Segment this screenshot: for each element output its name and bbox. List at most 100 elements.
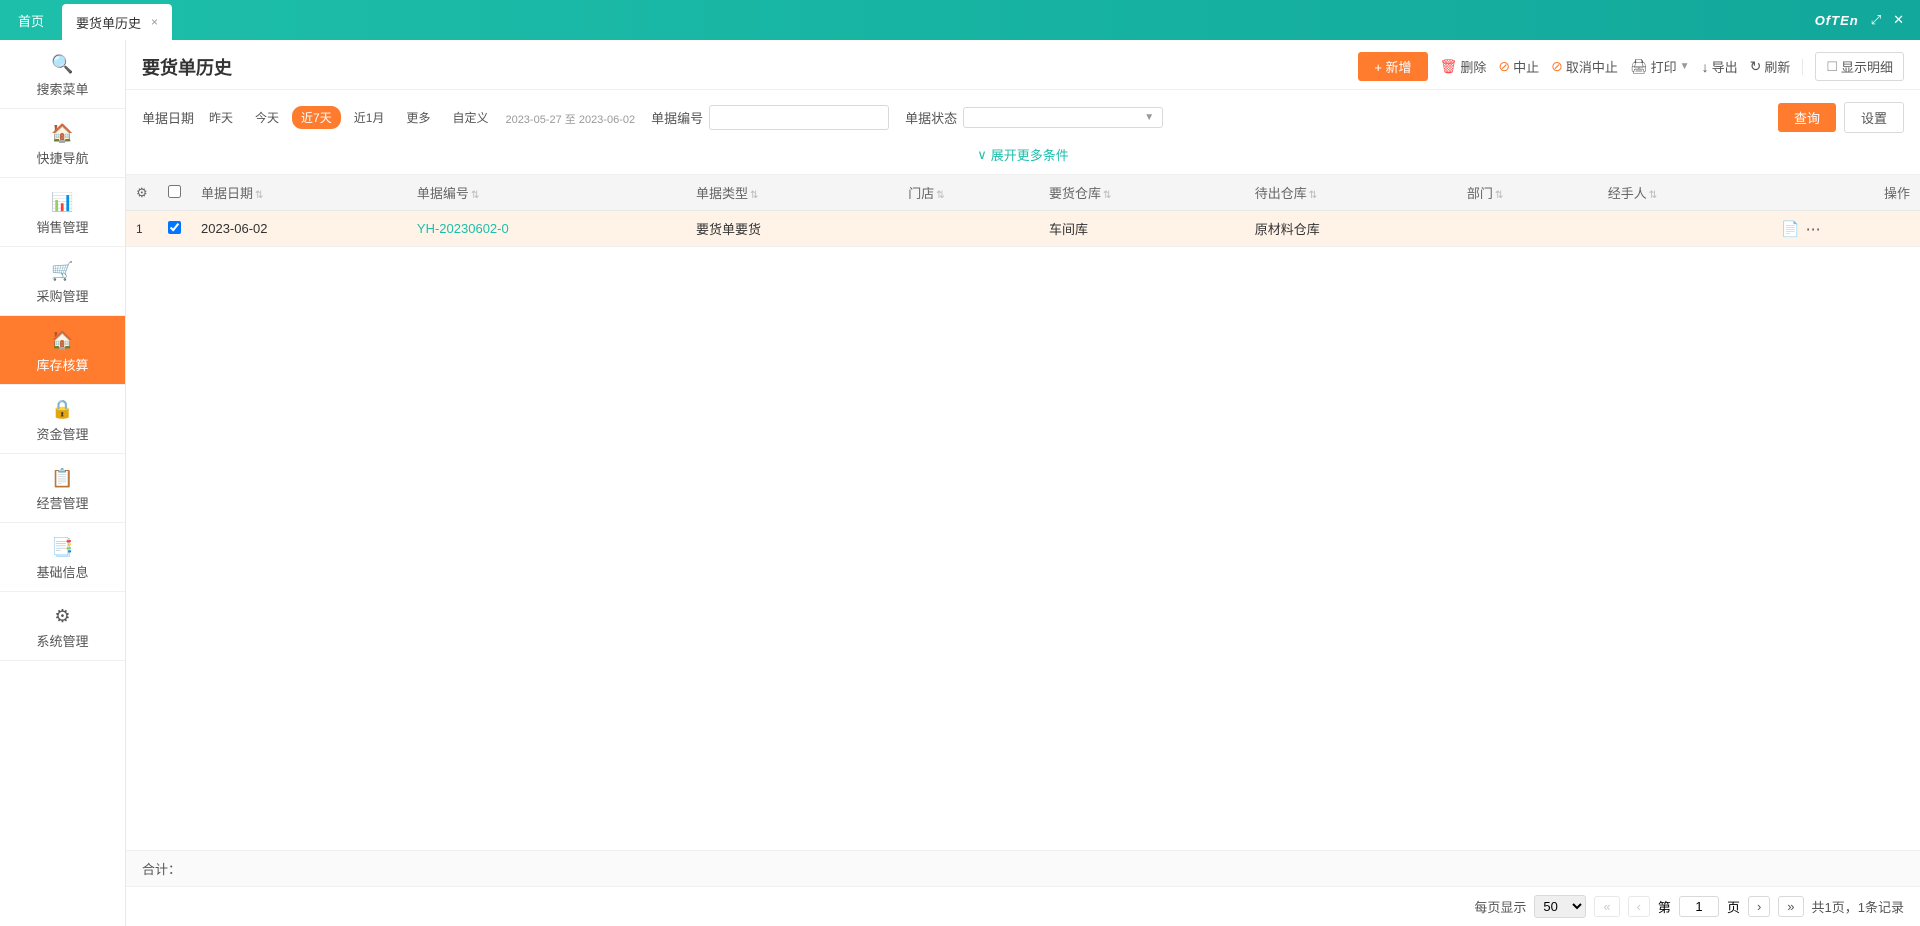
sidebar-item-system[interactable]: ⚙ 系统管理 xyxy=(0,592,125,661)
row-store xyxy=(898,211,1039,247)
prev-page-btn[interactable]: ‹ xyxy=(1628,896,1650,917)
table-header-row: ⚙ 单据日期⇅ 单据编号⇅ 单据类型⇅ 门店⇅ 要货仓库⇅ 待出仓库⇅ 部门⇅ … xyxy=(126,175,1920,211)
sort-icon-store[interactable]: ⇅ xyxy=(936,190,944,201)
system-icon: ⚙ xyxy=(54,606,70,627)
print-button[interactable]: 🖨 打印 ▼ xyxy=(1630,57,1690,76)
date-btn-more[interactable]: 更多 xyxy=(397,106,439,129)
row-check-cell xyxy=(158,211,191,247)
first-page-btn[interactable]: « xyxy=(1594,896,1619,917)
purchase-icon: 🛒 xyxy=(51,261,73,282)
sort-icon-docno[interactable]: ⇅ xyxy=(471,190,479,201)
date-btn-yesterday[interactable]: 昨天 xyxy=(200,106,242,129)
close-window-icon[interactable]: ✕ xyxy=(1893,12,1904,28)
col-check[interactable] xyxy=(158,175,191,211)
refresh-label: 刷新 xyxy=(1764,57,1790,76)
sidebar-basic-label: 基础信息 xyxy=(36,562,88,581)
query-button[interactable]: 查询 xyxy=(1778,103,1836,132)
date-btn-1month[interactable]: 近1月 xyxy=(345,106,394,129)
date-btn-today[interactable]: 今天 xyxy=(246,106,288,129)
display-detail-checkbox[interactable]: ☐ xyxy=(1826,59,1838,75)
expand-more-button[interactable]: ∨ 展开更多条件 xyxy=(977,141,1069,168)
footer-summary: 合计： xyxy=(126,850,1920,886)
display-detail-button[interactable]: ☐ 显示明细 xyxy=(1815,52,1904,81)
page-size-select[interactable]: 50 100 xyxy=(1534,895,1586,918)
doc-date-label: 单据日期 xyxy=(142,108,194,127)
row-more-icon[interactable]: ⋯ xyxy=(1806,220,1821,238)
sidebar-item-finance[interactable]: 🔒 资金管理 xyxy=(0,385,125,454)
row-date: 2023-06-02 xyxy=(191,211,407,247)
sort-icon-department[interactable]: ⇅ xyxy=(1495,190,1503,201)
date-btn-custom[interactable]: 自定义 xyxy=(443,106,497,129)
page-header: 要货单历史 + 新增 🗑 删除 ⊘ 中止 ⊘ 取消中止 🖨 打印 xyxy=(126,40,1920,90)
refresh-button[interactable]: ↻ 刷新 xyxy=(1750,57,1791,76)
print-label: 打印 xyxy=(1651,57,1677,76)
col-department-label: 部门 xyxy=(1467,186,1493,201)
new-button[interactable]: + 新增 xyxy=(1358,52,1427,81)
col-docno: 单据编号⇅ xyxy=(407,175,686,211)
sidebar-item-purchase[interactable]: 🛒 采购管理 xyxy=(0,247,125,316)
doc-link[interactable]: YH-20230602-0 xyxy=(417,221,509,236)
print-icon: 🖨 xyxy=(1630,58,1648,75)
page-input[interactable] xyxy=(1679,896,1719,917)
row-num: 1 xyxy=(126,211,158,247)
delete-button[interactable]: 🗑 删除 xyxy=(1440,57,1487,76)
export-button[interactable]: ↓ 导出 xyxy=(1702,57,1738,76)
doc-status-select[interactable]: ▼ xyxy=(963,107,1163,128)
tab-active[interactable]: 要货单历史 × xyxy=(62,4,172,40)
next-page-btn[interactable]: › xyxy=(1748,896,1770,917)
col-date-label: 单据日期 xyxy=(201,186,253,201)
col-doctype: 单据类型⇅ xyxy=(686,175,898,211)
display-detail-label: 显示明细 xyxy=(1841,57,1893,76)
brand-label: OfTEn xyxy=(1815,13,1859,28)
sidebar-item-operation[interactable]: 📋 经营管理 xyxy=(0,454,125,523)
cancel-stop-button[interactable]: ⊘ 取消中止 xyxy=(1551,57,1618,76)
sidebar-search-label: 搜索菜单 xyxy=(36,79,88,98)
sidebar-item-nav[interactable]: 🏠 快捷导航 xyxy=(0,109,125,178)
row-action-icons: 📄 ⋯ xyxy=(1781,220,1910,238)
divider xyxy=(1802,59,1803,75)
col-gear[interactable]: ⚙ xyxy=(126,175,158,211)
row-checkbox[interactable] xyxy=(168,221,181,234)
sort-icon-req-warehouse[interactable]: ⇅ xyxy=(1103,190,1111,201)
doc-no-label: 单据编号 xyxy=(651,108,703,127)
sidebar-item-sales[interactable]: 📊 销售管理 xyxy=(0,178,125,247)
sidebar-item-inventory[interactable]: 🏠 库存核算 xyxy=(0,316,125,385)
refresh-icon: ↻ xyxy=(1750,58,1762,75)
tab-home[interactable]: 首页 xyxy=(0,0,62,40)
last-page-btn[interactable]: » xyxy=(1778,896,1803,917)
expand-more-label: 展开更多条件 xyxy=(991,145,1069,164)
sidebar-item-basic[interactable]: 📑 基础信息 xyxy=(0,523,125,592)
stop-button[interactable]: ⊘ 中止 xyxy=(1498,57,1539,76)
select-all-checkbox[interactable] xyxy=(168,185,181,198)
page-title: 要货单历史 xyxy=(142,54,232,80)
doc-status-filter-item: 单据状态 ▼ xyxy=(905,107,1163,128)
col-doctype-label: 单据类型 xyxy=(696,186,748,201)
sort-icon-date[interactable]: ⇅ xyxy=(255,190,263,201)
date-range-text: 2023-05-27 至 2023-06-02 xyxy=(505,111,635,127)
sort-icon-pending-warehouse[interactable]: ⇅ xyxy=(1309,190,1317,201)
chevron-down-icon: ▼ xyxy=(1144,112,1154,123)
table-row[interactable]: 1 2023-06-02 YH-20230602-0 要货单要货 车间库 原材料… xyxy=(126,211,1920,247)
sidebar-item-search[interactable]: 🔍 搜索菜单 xyxy=(0,40,125,109)
data-table: ⚙ 单据日期⇅ 单据编号⇅ 单据类型⇅ 门店⇅ 要货仓库⇅ 待出仓库⇅ 部门⇅ … xyxy=(126,175,1920,247)
chevron-down-expand-icon: ∨ xyxy=(977,147,987,163)
print-arrow-icon: ▼ xyxy=(1680,61,1690,72)
date-filter-item: 单据日期 昨天 今天 近7天 近1月 更多 自定义 2023-05-27 至 2… xyxy=(142,106,635,129)
col-actions-label: 操作 xyxy=(1884,186,1910,201)
col-store-label: 门店 xyxy=(908,186,934,201)
settings-button[interactable]: 设置 xyxy=(1844,102,1904,133)
page-unit-label: 页 xyxy=(1727,897,1740,916)
export-label: 导出 xyxy=(1712,57,1738,76)
doc-status-label: 单据状态 xyxy=(905,108,957,127)
doc-no-input[interactable] xyxy=(709,105,889,130)
sidebar: 🔍 搜索菜单 🏠 快捷导航 📊 销售管理 🛒 采购管理 🏠 库存核算 🔒 资金管… xyxy=(0,40,126,926)
sort-icon-doctype[interactable]: ⇅ xyxy=(750,190,758,201)
maximize-icon[interactable]: ⤢ xyxy=(1871,12,1881,28)
tab-close-icon[interactable]: × xyxy=(151,15,158,29)
top-bar: 首页 要货单历史 × OfTEn ⤢ ✕ xyxy=(0,0,1920,40)
col-docno-label: 单据编号 xyxy=(417,186,469,201)
sidebar-sales-label: 销售管理 xyxy=(36,217,88,236)
row-edit-icon[interactable]: 📄 xyxy=(1781,220,1800,238)
sort-icon-handler[interactable]: ⇅ xyxy=(1649,190,1657,201)
date-btn-7days[interactable]: 近7天 xyxy=(292,106,341,129)
